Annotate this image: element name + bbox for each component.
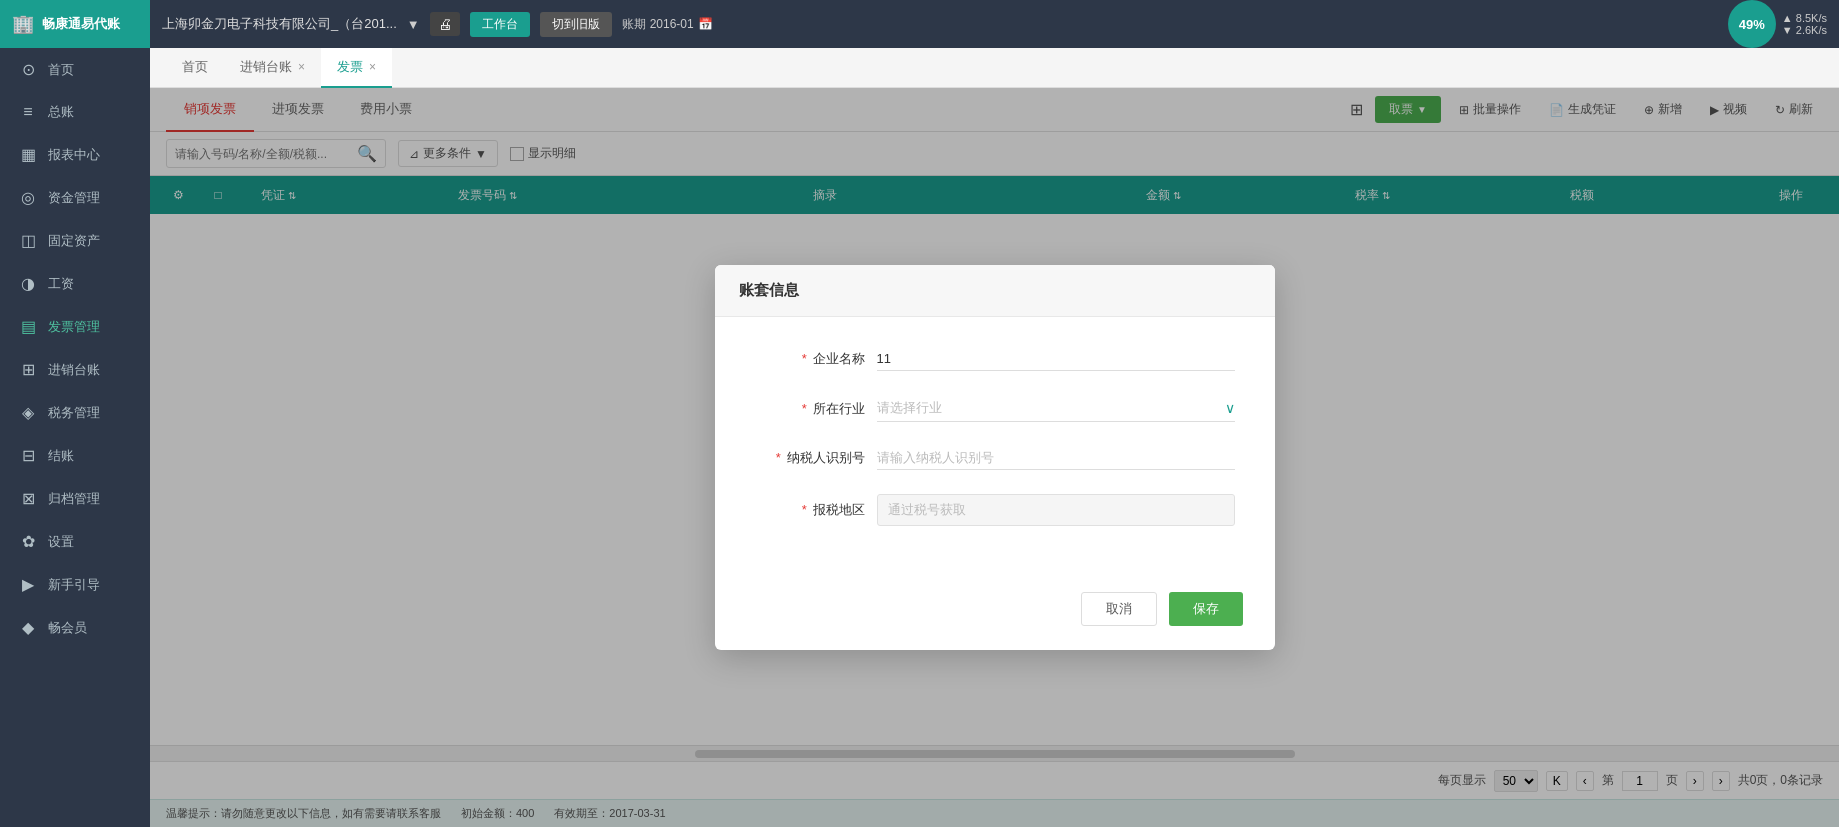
- ledger-icon: ≡: [18, 103, 38, 121]
- period-label: 账期: [622, 16, 646, 33]
- guide-icon: ▶: [18, 575, 38, 594]
- sidebar-item-label: 进销台账: [48, 361, 100, 379]
- tab-purchase-close[interactable]: ×: [298, 60, 305, 74]
- sidebar-item-member[interactable]: ◆ 畅会员: [0, 606, 150, 649]
- sidebar-item-label: 归档管理: [48, 490, 100, 508]
- network-percent: 49%: [1739, 17, 1765, 32]
- tax-icon: ◈: [18, 403, 38, 422]
- tax-region-placeholder: 通过税号获取: [888, 502, 966, 517]
- tax-region-readonly: 通过税号获取: [877, 494, 1235, 526]
- cancel-button[interactable]: 取消: [1081, 592, 1157, 626]
- logo-icon: 🏢: [12, 13, 34, 35]
- industry-label: * 所在行业: [755, 400, 865, 418]
- network-speeds: ▲ 8.5K/s ▼ 2.6K/s: [1782, 12, 1827, 36]
- sidebar-item-archive[interactable]: ⊠ 归档管理: [0, 477, 150, 520]
- calendar-icon[interactable]: 📅: [698, 17, 713, 31]
- main-area: 上海卯金刀电子科技有限公司_（台201... ▼ 🖨 工作台 切到旧版 账期 2…: [150, 0, 1839, 827]
- app-name: 畅康通易代账: [42, 15, 120, 33]
- close-period-icon: ⊟: [18, 446, 38, 465]
- sidebar-item-invoice[interactable]: ▤ 发票管理: [0, 305, 150, 348]
- app-logo: 🏢 畅康通易代账: [0, 0, 150, 48]
- period-value: 2016-01: [650, 17, 694, 31]
- tab-purchase-label: 进销台账: [240, 58, 292, 76]
- settings-icon: ✿: [18, 532, 38, 551]
- sidebar-item-label: 发票管理: [48, 318, 100, 336]
- report-icon: ▦: [18, 145, 38, 164]
- sidebar-item-assets[interactable]: ◫ 固定资产: [0, 219, 150, 262]
- tab-invoice[interactable]: 发票 ×: [321, 48, 392, 88]
- payroll-icon: ◑: [18, 274, 38, 293]
- print-icon[interactable]: 🖨: [430, 12, 460, 36]
- sidebar-item-label: 税务管理: [48, 404, 100, 422]
- tab-purchase[interactable]: 进销台账 ×: [224, 48, 321, 88]
- sidebar-item-label: 新手引导: [48, 576, 100, 594]
- tab-invoice-close[interactable]: ×: [369, 60, 376, 74]
- archive-icon: ⊠: [18, 489, 38, 508]
- modal-overlay: 账套信息 * 企业名称 * 所在行业: [150, 88, 1839, 827]
- sidebar-item-label: 资金管理: [48, 189, 100, 207]
- tab-home[interactable]: 首页: [166, 48, 224, 88]
- sidebar-item-label: 固定资产: [48, 232, 100, 250]
- sidebar-item-label: 工资: [48, 275, 74, 293]
- workbench-button[interactable]: 工作台: [470, 12, 530, 37]
- modal-title: 账套信息: [739, 281, 799, 298]
- invoice-icon: ▤: [18, 317, 38, 336]
- sidebar-item-settings[interactable]: ✿ 设置: [0, 520, 150, 563]
- company-name-label: * 企业名称: [755, 350, 865, 368]
- industry-select[interactable]: 请选择行业 ∨: [877, 395, 1235, 422]
- speed-up: ▲ 8.5K/s: [1782, 12, 1827, 24]
- company-name: 上海卯金刀电子科技有限公司_（台201...: [162, 15, 397, 33]
- sidebar-item-label: 畅会员: [48, 619, 87, 637]
- sidebar-item-finance[interactable]: ◎ 资金管理: [0, 176, 150, 219]
- tax-id-row: * 纳税人识别号: [755, 446, 1235, 470]
- finance-icon: ◎: [18, 188, 38, 207]
- purchase-icon: ⊞: [18, 360, 38, 379]
- sidebar: 🏢 畅康通易代账 ⊙ 首页 ≡ 总账 ▦ 报表中心 ◎ 资金管理 ◫ 固定资产 …: [0, 0, 150, 827]
- sidebar-item-label: 报表中心: [48, 146, 100, 164]
- member-icon: ◆: [18, 618, 38, 637]
- tax-id-input[interactable]: [877, 446, 1235, 470]
- modal-header: 账套信息: [715, 265, 1275, 317]
- topbar: 上海卯金刀电子科技有限公司_（台201... ▼ 🖨 工作台 切到旧版 账期 2…: [150, 0, 1839, 48]
- account-info-modal: 账套信息 * 企业名称 * 所在行业: [715, 265, 1275, 650]
- industry-placeholder: 请选择行业: [877, 399, 1225, 417]
- tax-id-label: * 纳税人识别号: [755, 449, 865, 467]
- speed-down: ▼ 2.6K/s: [1782, 24, 1827, 36]
- sidebar-item-tax[interactable]: ◈ 税务管理: [0, 391, 150, 434]
- network-status-circle: 49%: [1728, 0, 1776, 48]
- period-display: 账期 2016-01 📅: [622, 16, 713, 33]
- tab-invoice-label: 发票: [337, 58, 363, 76]
- sidebar-item-purchase[interactable]: ⊞ 进销台账: [0, 348, 150, 391]
- dropdown-arrow-icon[interactable]: ▼: [407, 17, 420, 32]
- sidebar-item-label: 总账: [48, 103, 74, 121]
- modal-footer: 取消 保存: [715, 580, 1275, 650]
- sidebar-item-ledger[interactable]: ≡ 总账: [0, 91, 150, 133]
- topbar-right: 49% ▲ 8.5K/s ▼ 2.6K/s: [1728, 0, 1827, 48]
- assets-icon: ◫: [18, 231, 38, 250]
- sidebar-item-payroll[interactable]: ◑ 工资: [0, 262, 150, 305]
- sidebar-item-label: 首页: [48, 61, 74, 79]
- tab-bar: 首页 进销台账 × 发票 ×: [150, 48, 1839, 88]
- company-name-input[interactable]: [877, 347, 1235, 371]
- sidebar-item-guide[interactable]: ▶ 新手引导: [0, 563, 150, 606]
- sidebar-item-label: 设置: [48, 533, 74, 551]
- tab-home-label: 首页: [182, 58, 208, 76]
- save-button[interactable]: 保存: [1169, 592, 1243, 626]
- modal-body: * 企业名称 * 所在行业 请选择行业 ∨: [715, 317, 1275, 580]
- switch-old-button[interactable]: 切到旧版: [540, 12, 612, 37]
- sidebar-item-home[interactable]: ⊙ 首页: [0, 48, 150, 91]
- tax-region-row: * 报税地区 通过税号获取: [755, 494, 1235, 526]
- industry-chevron-icon: ∨: [1225, 400, 1235, 416]
- content-area: 销项发票 进项发票 费用小票 ⊞ 取票 ▼ ⊞ 批量操作: [150, 88, 1839, 827]
- company-name-row: * 企业名称: [755, 347, 1235, 371]
- sidebar-item-close[interactable]: ⊟ 结账: [0, 434, 150, 477]
- sidebar-item-report[interactable]: ▦ 报表中心: [0, 133, 150, 176]
- sidebar-item-label: 结账: [48, 447, 74, 465]
- tax-region-label: * 报税地区: [755, 501, 865, 519]
- home-icon: ⊙: [18, 60, 38, 79]
- industry-row: * 所在行业 请选择行业 ∨: [755, 395, 1235, 422]
